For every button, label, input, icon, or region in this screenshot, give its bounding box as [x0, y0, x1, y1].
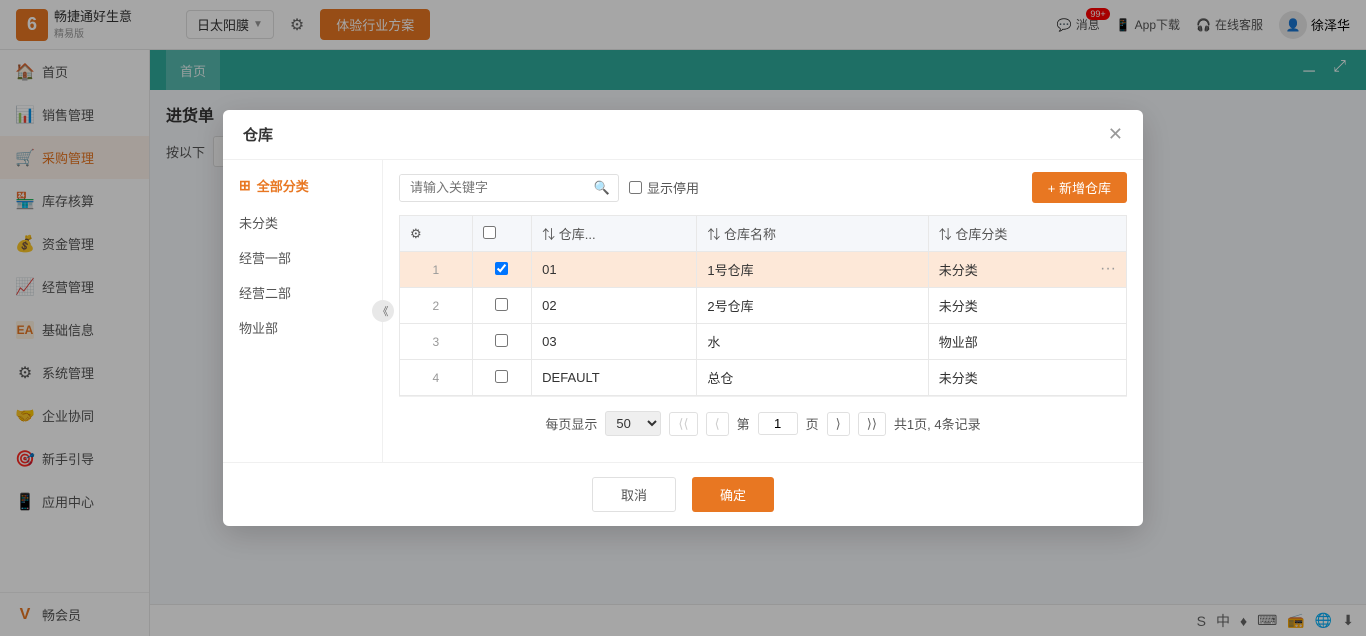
row-checkbox[interactable]: [495, 298, 508, 311]
total-info: 共1页, 4条记录: [894, 414, 981, 433]
row-checkbox[interactable]: [495, 370, 508, 383]
col-header-name: ⇅ 仓库名称: [697, 216, 928, 252]
table-toolbar: 🔍 显示停用 + 新增仓库: [399, 172, 1127, 203]
grid-icon: ⊞: [239, 177, 251, 194]
row-num: 1: [433, 263, 440, 277]
page-prefix-label: 第: [737, 414, 750, 433]
row-num: 2: [433, 299, 440, 313]
row-code-cell: DEFAULT: [532, 360, 697, 396]
row-cat-cell: 未分类: [928, 288, 1126, 324]
row-checkbox[interactable]: [495, 262, 508, 275]
modal-footer: 取消 确定: [223, 462, 1143, 526]
row-checkbox[interactable]: [495, 334, 508, 347]
row-name-cell: 总仓: [697, 360, 928, 396]
category-sidebar: ⊞ 全部分类 未分类 经营一部 经营二部 物业部 《: [223, 160, 383, 462]
first-page-button[interactable]: ⟨⟨: [669, 412, 697, 436]
col-header-check: [472, 216, 531, 252]
gear-header-icon: ⚙: [410, 226, 422, 241]
show-disabled-label: 显示停用: [629, 178, 699, 197]
col-header-code: ⇅ 仓库...: [532, 216, 697, 252]
all-categories-label: 全部分类: [257, 176, 309, 195]
row-check-cell: [472, 324, 531, 360]
search-icon[interactable]: 🔍: [586, 175, 618, 201]
sort-icon: ⇅: [542, 227, 555, 242]
row-name-cell: 水: [697, 324, 928, 360]
col-header-gear: ⚙: [400, 216, 473, 252]
row-gear-cell: 2: [400, 288, 473, 324]
row-gear-cell: 4: [400, 360, 473, 396]
search-input[interactable]: [400, 175, 586, 200]
search-box: 🔍: [399, 174, 619, 202]
cancel-button[interactable]: 取消: [592, 477, 676, 512]
table-row: 3 03 水 物业部: [400, 324, 1127, 360]
show-disabled-checkbox[interactable]: [629, 181, 642, 194]
prev-page-button[interactable]: ⟨: [706, 412, 729, 436]
show-disabled-text: 显示停用: [647, 178, 699, 197]
row-cat-cell: 物业部: [928, 324, 1126, 360]
warehouse-modal: 仓库 ✕ ⊞ 全部分类 未分类 经营一部 经营二部 物业部 《: [223, 110, 1143, 526]
row-cat-cell: 未分类: [928, 360, 1126, 396]
table-row: 2 02 2号仓库 未分类: [400, 288, 1127, 324]
row-gear-cell: 3: [400, 324, 473, 360]
row-code-cell: 01: [532, 252, 697, 288]
table-row: 4 DEFAULT 总仓 未分类: [400, 360, 1127, 396]
table-area: 🔍 显示停用 + 新增仓库 ⚙: [383, 160, 1143, 462]
category-item-unclassified[interactable]: 未分类: [223, 205, 382, 240]
modal-overlay: 仓库 ✕ ⊞ 全部分类 未分类 经营一部 经营二部 物业部 《: [0, 0, 1366, 636]
category-item-property[interactable]: 物业部: [223, 310, 382, 345]
table-row: 1 01 1号仓库 未分类 ···: [400, 252, 1127, 288]
row-check-cell: [472, 252, 531, 288]
row-num: 3: [433, 335, 440, 349]
table-header-row: ⚙ ⇅ 仓库... ⇅ 仓库名称: [400, 216, 1127, 252]
col-header-cat: ⇅ 仓库分类: [928, 216, 1126, 252]
last-page-button[interactable]: ⟩⟩: [858, 412, 886, 436]
next-page-button[interactable]: ⟩: [827, 412, 850, 436]
row-cat-cell: 未分类 ···: [928, 252, 1126, 288]
row-code-cell: 02: [532, 288, 697, 324]
row-name-cell: 2号仓库: [697, 288, 928, 324]
row-gear-cell: 1: [400, 252, 473, 288]
select-all-checkbox[interactable]: [483, 226, 496, 239]
modal-header: 仓库 ✕: [223, 110, 1143, 160]
modal-title: 仓库: [243, 124, 273, 145]
per-page-select[interactable]: 50 100 200: [605, 411, 661, 436]
add-warehouse-button[interactable]: + 新增仓库: [1032, 172, 1127, 203]
row-code-cell: 03: [532, 324, 697, 360]
category-toggle-button[interactable]: 《: [372, 300, 394, 322]
page-number-input[interactable]: [758, 412, 798, 435]
sort-icon-name: ⇅: [707, 227, 720, 242]
row-actions[interactable]: ···: [1100, 260, 1116, 278]
all-categories-item[interactable]: ⊞ 全部分类: [223, 168, 382, 205]
modal-body: ⊞ 全部分类 未分类 经营一部 经营二部 物业部 《 🔍: [223, 160, 1143, 462]
pagination: 每页显示 50 100 200 ⟨⟨ ⟨ 第 页 ⟩ ⟩⟩ 共1页, 4条记录: [399, 396, 1127, 450]
per-page-label: 每页显示: [545, 414, 597, 433]
category-item-ops2[interactable]: 经营二部: [223, 275, 382, 310]
row-check-cell: [472, 288, 531, 324]
confirm-button[interactable]: 确定: [692, 477, 774, 512]
warehouse-table: ⚙ ⇅ 仓库... ⇅ 仓库名称: [399, 215, 1127, 396]
modal-close-button[interactable]: ✕: [1108, 124, 1123, 145]
page-suffix-label: 页: [806, 414, 819, 433]
row-check-cell: [472, 360, 531, 396]
sort-icon-cat: ⇅: [939, 227, 952, 242]
category-item-ops1[interactable]: 经营一部: [223, 240, 382, 275]
row-num: 4: [433, 371, 440, 385]
row-name-cell: 1号仓库: [697, 252, 928, 288]
